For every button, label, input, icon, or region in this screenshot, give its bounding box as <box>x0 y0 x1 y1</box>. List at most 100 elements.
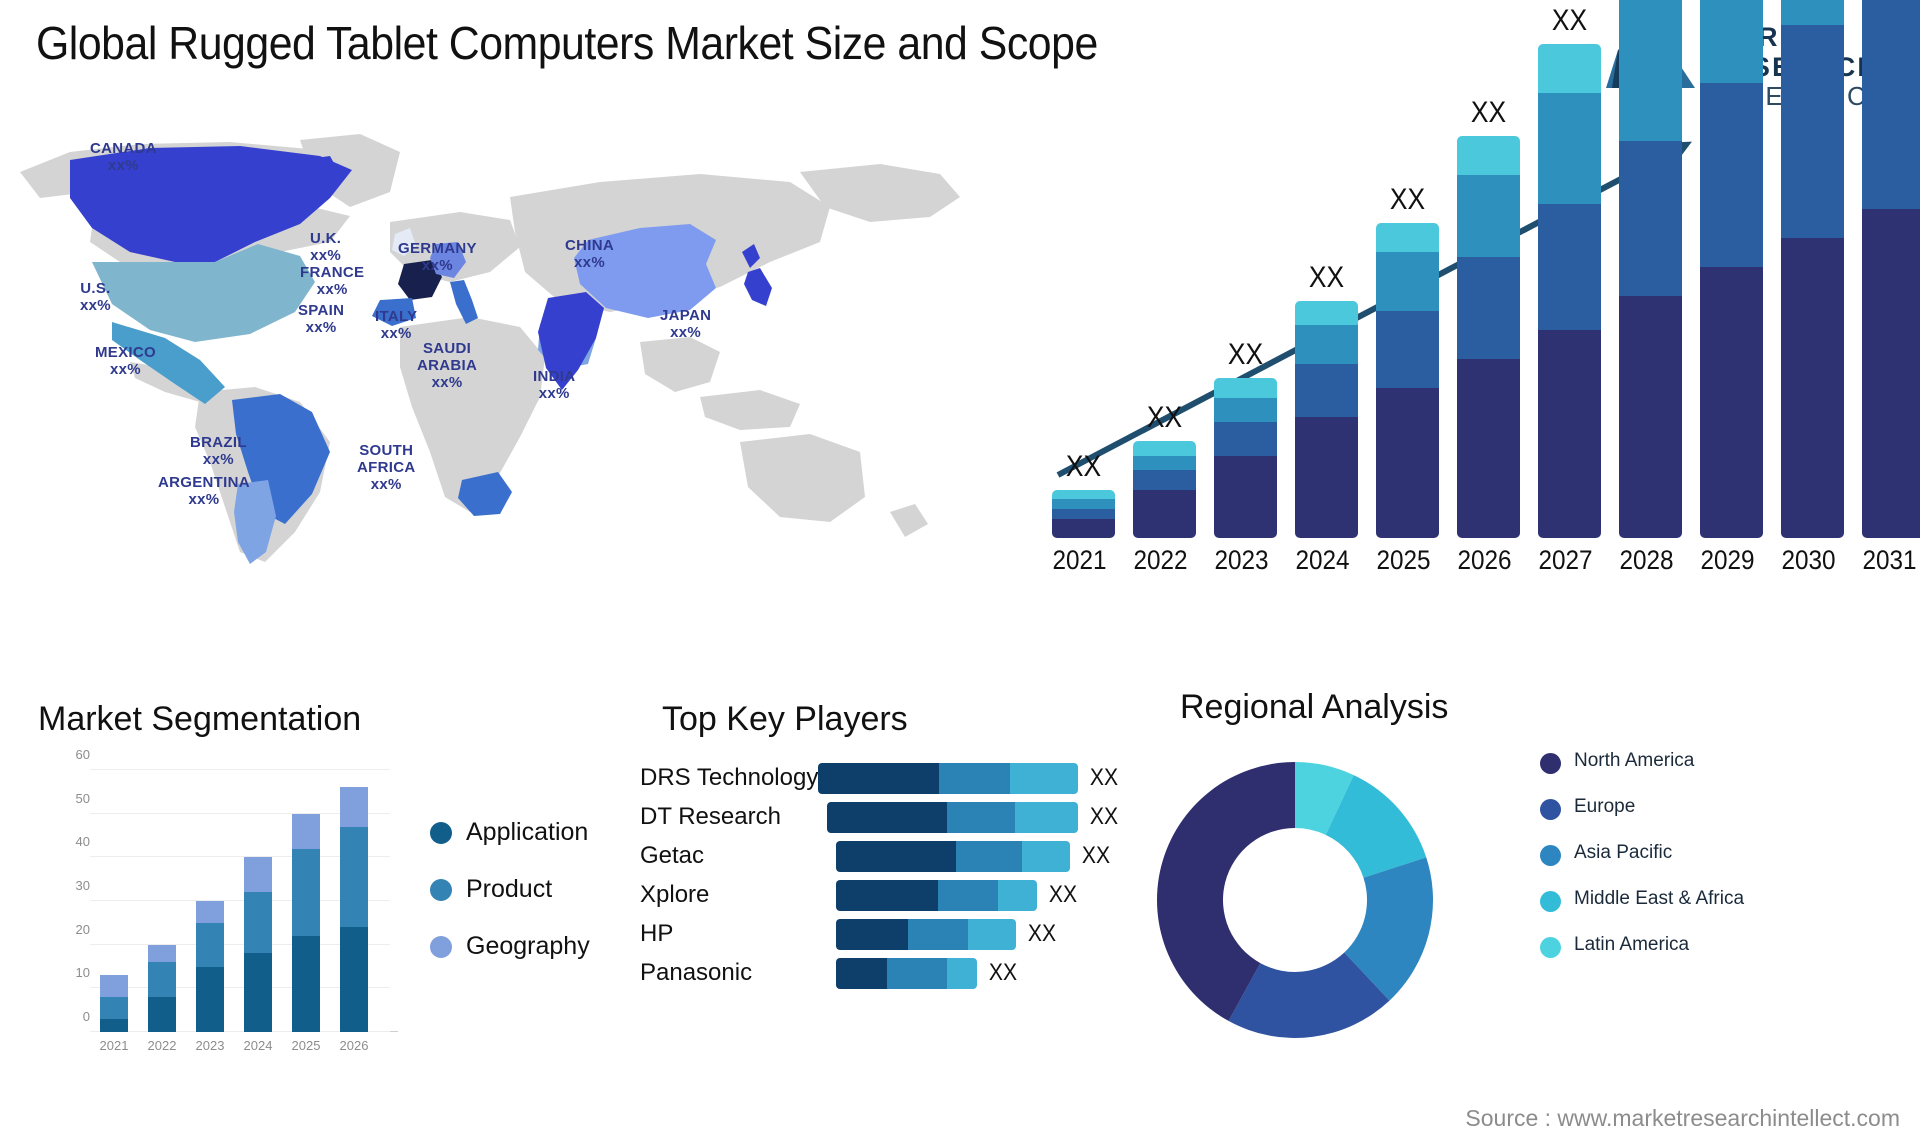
world-map: CANADA xx% U.S. xx% MEXICO xx% BRAZIL xx% ARGENT… <box>0 112 1000 572</box>
seg-legend-label: Application <box>466 818 589 846</box>
key-player-name: DRS Technology <box>640 764 819 791</box>
seg-legend-swatch <box>430 821 452 844</box>
world-map-svg <box>20 134 960 564</box>
regional-legend-swatch <box>1540 799 1561 820</box>
seg-y-tick: 30 <box>75 878 90 893</box>
map-label-value: xx% <box>421 257 453 274</box>
regional-legend-swatch <box>1540 891 1561 912</box>
growth-bar-segment <box>1052 518 1115 538</box>
regional-legend-swatch <box>1540 845 1561 866</box>
growth-bar-chart: XX 2021 XX 2022 XX 2023 XX 2024 XX 2025 XX 2026 XX 20… <box>1010 0 1920 580</box>
key-player-row: DRS Technology XX <box>640 762 1120 794</box>
seg-bar-2022 <box>148 944 176 1032</box>
growth-bar-2028 <box>1619 0 1682 538</box>
growth-bar-segment <box>1457 257 1520 359</box>
key-player-bar-segment <box>836 957 887 989</box>
seg-legend-item-application[interactable]: Application <box>430 818 590 847</box>
seg-legend-item-product[interactable]: Product <box>430 875 590 904</box>
map-label-italy: ITALY xx% <box>375 308 417 342</box>
regional-analysis-title: Regional Analysis <box>1180 688 1449 726</box>
growth-bar-year-label: 2024 <box>1295 545 1350 575</box>
map-label-value: xx% <box>202 451 234 468</box>
growth-bar-segment <box>1214 378 1277 398</box>
growth-bar-year-label: 2021 <box>1052 545 1107 575</box>
seg-x-tick: 2023 <box>195 1038 225 1053</box>
regional-analysis-legend: North America Europe Asia Pacific Middle Ea… <box>1540 750 1744 980</box>
growth-bar-value-label: XX <box>1470 96 1507 130</box>
growth-bar-year-label: 2029 <box>1700 545 1755 575</box>
key-player-row: Xplore XX <box>640 879 1120 911</box>
map-label-spain: SPAIN xx% <box>298 302 344 336</box>
market-segmentation-panel: Market Segmentation 0 10 20 30 40 50 60 2021 202… <box>38 700 618 1120</box>
map-label-value: xx% <box>107 157 139 174</box>
growth-bar-value-label: XX <box>1389 183 1426 217</box>
growth-bar-segment <box>1457 136 1520 176</box>
seg-bar-segment <box>292 848 320 936</box>
seg-bar-segment <box>100 975 128 998</box>
growth-bar-segment <box>1376 310 1439 388</box>
regional-legend-item[interactable]: Middle East & Africa <box>1540 888 1744 912</box>
seg-bar-segment <box>340 787 368 827</box>
map-label-india: INDIA xx% <box>533 368 575 402</box>
key-player-bar-segment <box>998 879 1037 911</box>
growth-bar-segment <box>1781 0 1844 25</box>
seg-bar-segment <box>196 901 224 923</box>
key-player-value-label: XX <box>1089 803 1119 830</box>
key-player-bar <box>836 957 977 989</box>
seg-y-tick: 0 <box>82 1009 90 1024</box>
growth-bar-2025 <box>1376 223 1439 538</box>
map-label-china: CHINA xx% <box>565 237 614 271</box>
growth-bar-segment <box>1457 358 1520 538</box>
growth-bar-segment <box>1538 329 1601 538</box>
growth-bar-segment <box>1295 363 1358 417</box>
growth-bar-2030 <box>1781 0 1844 538</box>
key-player-row: DT Research XX <box>640 801 1120 833</box>
growth-bar-segment <box>1862 0 1920 209</box>
seg-bar-2023 <box>196 901 224 1032</box>
regional-legend-label: Latin America <box>1574 934 1690 955</box>
key-player-bar-segment <box>1022 840 1070 872</box>
map-label-name: JAPAN <box>660 307 712 324</box>
map-label-value: xx% <box>188 491 220 508</box>
growth-bar-2021 <box>1052 489 1115 538</box>
regional-legend-swatch <box>1540 937 1561 958</box>
key-player-value-label: XX <box>1027 920 1057 947</box>
seg-bar-segment <box>244 857 272 893</box>
regional-analysis-donut <box>1145 750 1445 1055</box>
growth-bar-segment <box>1133 441 1196 456</box>
map-label-value: xx% <box>110 361 141 378</box>
growth-bar-year-label: 2031 <box>1862 545 1917 575</box>
regional-analysis-panel: Regional Analysis North America Europe Asi… <box>1130 688 1890 1120</box>
map-label-name: SPAIN <box>298 302 345 319</box>
growth-bar-segment <box>1619 0 1682 142</box>
growth-bar-segment <box>1133 489 1196 538</box>
growth-bar-segment <box>1781 237 1844 538</box>
regional-legend-label: Middle East & Africa <box>1574 888 1745 909</box>
map-label-saudi-arabia: SAUDI ARABIA xx% <box>417 340 477 391</box>
map-label-name: BRAZIL <box>190 434 247 451</box>
regional-legend-item[interactable]: Latin America <box>1540 934 1744 958</box>
seg-y-tick: 20 <box>75 921 90 937</box>
growth-bar-2026 <box>1457 136 1520 538</box>
map-label-canada: CANADA xx% <box>90 140 157 174</box>
seg-bar-2025 <box>292 813 320 1032</box>
regional-legend-label: Europe <box>1574 796 1636 817</box>
key-player-bar-segment <box>1015 801 1078 833</box>
page-title: Global Rugged Tablet Computers Market Si… <box>36 17 1098 69</box>
growth-bar-value-label: XX <box>1065 449 1102 483</box>
regional-legend-item[interactable]: Asia Pacific <box>1540 842 1744 866</box>
growth-bar-value-label: XX <box>1146 401 1183 435</box>
growth-bar-segment <box>1052 499 1115 509</box>
growth-bar-segment <box>1700 0 1763 84</box>
growth-bar-segment <box>1133 470 1196 490</box>
infographic-page: Global Rugged Tablet Computers Market Si… <box>0 0 1920 1146</box>
seg-legend-item-geography[interactable]: Geography <box>430 932 590 961</box>
seg-bar-segment <box>100 997 128 1019</box>
map-label-germany: GERMANY xx% <box>398 240 477 274</box>
regional-legend-label: North America <box>1574 750 1695 771</box>
seg-bar-2024 <box>244 857 272 1032</box>
map-label-u-k-: U.K. xx% <box>310 230 341 264</box>
regional-legend-item[interactable]: Europe <box>1540 796 1744 820</box>
key-player-bar-segment <box>938 879 998 911</box>
regional-legend-item[interactable]: North America <box>1540 750 1744 774</box>
